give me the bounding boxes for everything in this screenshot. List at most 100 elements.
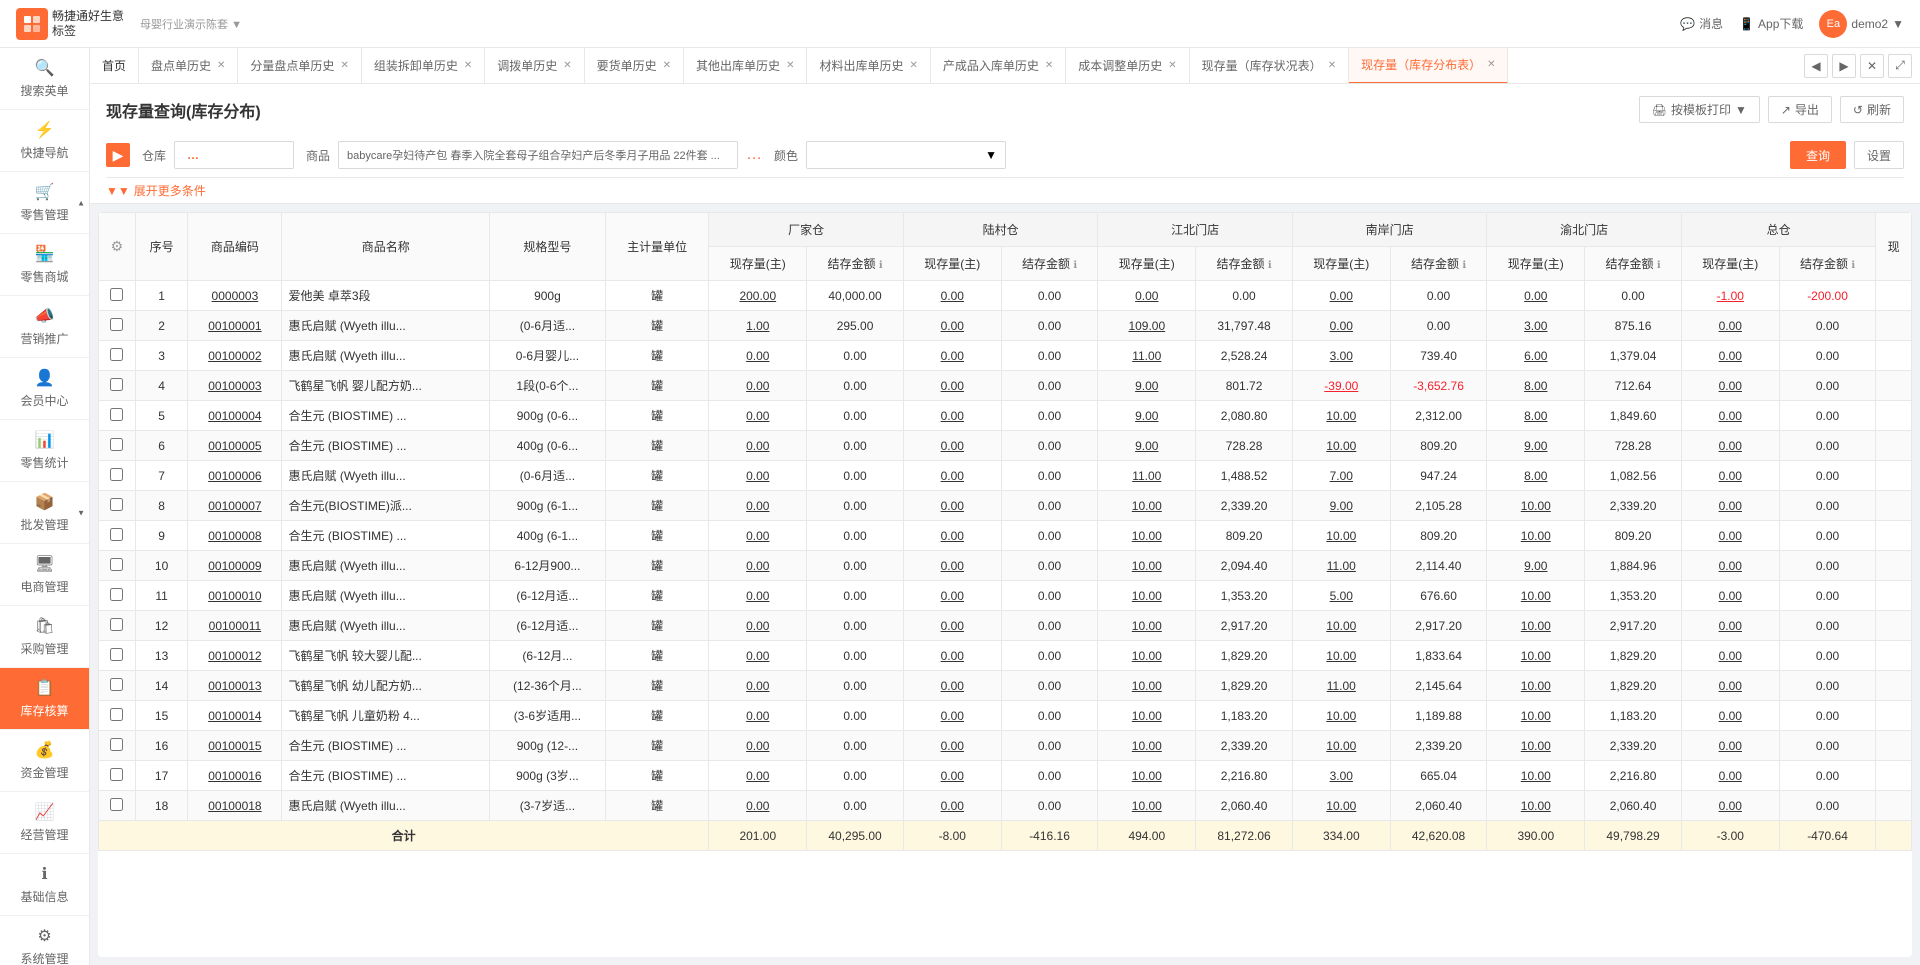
tab-branch-stocktake[interactable]: 分量盘点单历史 ✕ <box>238 48 361 84</box>
sidebar-item-system[interactable]: ⚙ 系统管理 <box>0 916 89 965</box>
sidebar-item-purchase[interactable]: 🛍 采购管理 <box>0 606 89 668</box>
tab-prev-btn[interactable]: ◀ <box>1804 54 1828 78</box>
sidebar-item-operation[interactable]: 📈 经营管理 <box>0 792 89 854</box>
product-input[interactable] <box>338 141 738 169</box>
tab-requisition[interactable]: 要货单历史 ✕ <box>585 48 684 84</box>
row-checkbox[interactable] <box>99 461 136 491</box>
warehouse-selector[interactable]: … <box>174 141 294 169</box>
row-checkbox[interactable] <box>99 671 136 701</box>
settings-col-icon[interactable]: ⚙ <box>111 238 124 254</box>
row-nanan-qty: 11.00 <box>1292 671 1390 701</box>
sidebar-item-inventory[interactable]: 📋 库存核算 <box>0 668 89 730</box>
tab-close-product-in[interactable]: ✕ <box>1045 60 1053 71</box>
row-yuzbei-qty: 10.00 <box>1487 641 1585 671</box>
tab-close-inventory-status[interactable]: ✕ <box>1328 60 1336 71</box>
tab-cost-adjust[interactable]: 成本调整单历史 ✕ <box>1066 48 1189 84</box>
message-btn[interactable]: 💬 消息 <box>1680 15 1723 32</box>
tab-expand-btn[interactable]: ⤢ <box>1888 54 1912 78</box>
row-checkbox[interactable] <box>99 791 136 821</box>
row-factory-bal: 0.00 <box>807 611 904 641</box>
tab-stocktake[interactable]: 盘点单历史 ✕ <box>139 48 238 84</box>
tab-close-stocktake[interactable]: ✕ <box>217 60 225 71</box>
row-checkbox[interactable] <box>99 761 136 791</box>
row-checkbox[interactable] <box>99 611 136 641</box>
sidebar-item-quick[interactable]: ⚡ 快捷导航 <box>0 110 89 172</box>
row-yuzbei-qty: 9.00 <box>1487 551 1585 581</box>
app-download-btn[interactable]: 📱 App下载 <box>1739 15 1803 32</box>
row-nanan-bal: 1,189.88 <box>1390 701 1487 731</box>
tab-other-out[interactable]: 其他出库单历史 ✕ <box>684 48 807 84</box>
row-checkbox[interactable] <box>99 281 136 311</box>
tab-transfer[interactable]: 调拨单历史 ✕ <box>485 48 584 84</box>
row-nanan-qty: 7.00 <box>1292 461 1390 491</box>
row-yuzbei-bal: 2,216.80 <box>1585 761 1682 791</box>
tab-product-in[interactable]: 产成品入库单历史 ✕ <box>931 48 1066 84</box>
product-dots[interactable]: … <box>746 146 762 164</box>
row-total-bal: 0.00 <box>1779 731 1876 761</box>
warehouse-dots[interactable]: … <box>187 148 199 162</box>
sidebar-item-finance[interactable]: 💰 资金管理 <box>0 730 89 792</box>
row-checkbox[interactable] <box>99 371 136 401</box>
sidebar-item-retail-store[interactable]: 🏪 零售商城 <box>0 234 89 296</box>
th-total-bal: 结存金额 ℹ <box>1779 247 1876 281</box>
row-checkbox[interactable] <box>99 551 136 581</box>
row-extra <box>1876 491 1912 521</box>
row-total-qty: -1.00 <box>1681 281 1779 311</box>
sidebar-item-wholesale[interactable]: 📦 批发管理 ▼ <box>0 482 89 544</box>
settings-btn[interactable]: 设置 <box>1854 141 1904 169</box>
tab-assembly[interactable]: 组装拆卸单历史 ✕ <box>362 48 485 84</box>
row-factory-bal: 0.00 <box>807 581 904 611</box>
row-spec: 0-6月婴儿... <box>490 341 606 371</box>
row-total-bal: 0.00 <box>1779 311 1876 341</box>
row-jiangbei-bal: 809.20 <box>1196 521 1293 551</box>
row-checkbox[interactable] <box>99 431 136 461</box>
tab-inventory-status[interactable]: 现存量（库存状况表） ✕ <box>1190 48 1349 84</box>
tab-close-assembly[interactable]: ✕ <box>464 60 472 71</box>
export-btn[interactable]: ↗ 导出 <box>1768 96 1832 123</box>
th-total-warehouse: 总仓 <box>1681 213 1876 247</box>
row-checkbox[interactable] <box>99 341 136 371</box>
tab-material-out[interactable]: 材料出库单历史 ✕ <box>807 48 930 84</box>
refresh-btn[interactable]: ↺ 刷新 <box>1840 96 1904 123</box>
row-checkbox[interactable] <box>99 491 136 521</box>
row-nanan-bal: 2,145.64 <box>1390 671 1487 701</box>
row-luochen-qty: 0.00 <box>903 671 1001 701</box>
tab-close-all-btn[interactable]: ✕ <box>1860 54 1884 78</box>
tab-close-inventory-dist[interactable]: ✕ <box>1487 59 1495 70</box>
row-yuzbei-qty: 10.00 <box>1487 791 1585 821</box>
expand-conditions-btn[interactable]: ▼▼ 展开更多条件 <box>106 182 206 199</box>
row-jiangbei-bal: 1,183.20 <box>1196 701 1293 731</box>
sidebar-item-basic[interactable]: ℹ 基础信息 <box>0 854 89 916</box>
operation-icon: 📈 <box>35 802 55 822</box>
row-checkbox[interactable] <box>99 641 136 671</box>
row-checkbox[interactable] <box>99 521 136 551</box>
query-btn[interactable]: 查询 <box>1790 141 1846 169</box>
sidebar-item-retail-stats[interactable]: 📊 零售统计 <box>0 420 89 482</box>
tab-close-cost-adjust[interactable]: ✕ <box>1168 60 1176 71</box>
user-area[interactable]: Ea demo2 ▼ <box>1819 10 1904 38</box>
row-checkbox[interactable] <box>99 311 136 341</box>
tab-next-btn[interactable]: ▶ <box>1832 54 1856 78</box>
sidebar-item-retail[interactable]: 🛒 零售管理 ▲ <box>0 172 89 234</box>
th-nanan-store: 南岸门店 <box>1292 213 1487 247</box>
row-checkbox[interactable] <box>99 401 136 431</box>
print-btn[interactable]: 🖨 按模板打印 ▼ <box>1639 96 1760 123</box>
tab-close-other-out[interactable]: ✕ <box>786 60 794 71</box>
tab-inventory-dist[interactable]: 现存量（库存分布表） ✕ <box>1349 48 1508 84</box>
industry-selector[interactable]: 母婴行业演示陈套 ▼ <box>132 16 250 32</box>
tab-close-transfer[interactable]: ✕ <box>563 60 571 71</box>
chevron-down-icon: ▼▼ <box>106 184 130 198</box>
row-checkbox[interactable] <box>99 701 136 731</box>
sidebar-item-member[interactable]: 👤 会员中心 <box>0 358 89 420</box>
tab-close-requisition[interactable]: ✕ <box>663 60 671 71</box>
row-checkbox[interactable] <box>99 581 136 611</box>
tab-home[interactable]: 首页 <box>90 48 139 84</box>
color-selector[interactable]: ▼ <box>806 141 1006 169</box>
sidebar-item-search[interactable]: 🔍 搜索英单 <box>0 48 89 110</box>
row-checkbox[interactable] <box>99 731 136 761</box>
tab-close-material-out[interactable]: ✕ <box>909 60 917 71</box>
search-toggle-btn[interactable]: ▶ <box>106 143 130 167</box>
tab-close-branch-stocktake[interactable]: ✕ <box>340 60 348 71</box>
sidebar-item-marketing[interactable]: 📣 营销推广 <box>0 296 89 358</box>
sidebar-item-ecommerce[interactable]: 🖥 电商管理 <box>0 544 89 606</box>
